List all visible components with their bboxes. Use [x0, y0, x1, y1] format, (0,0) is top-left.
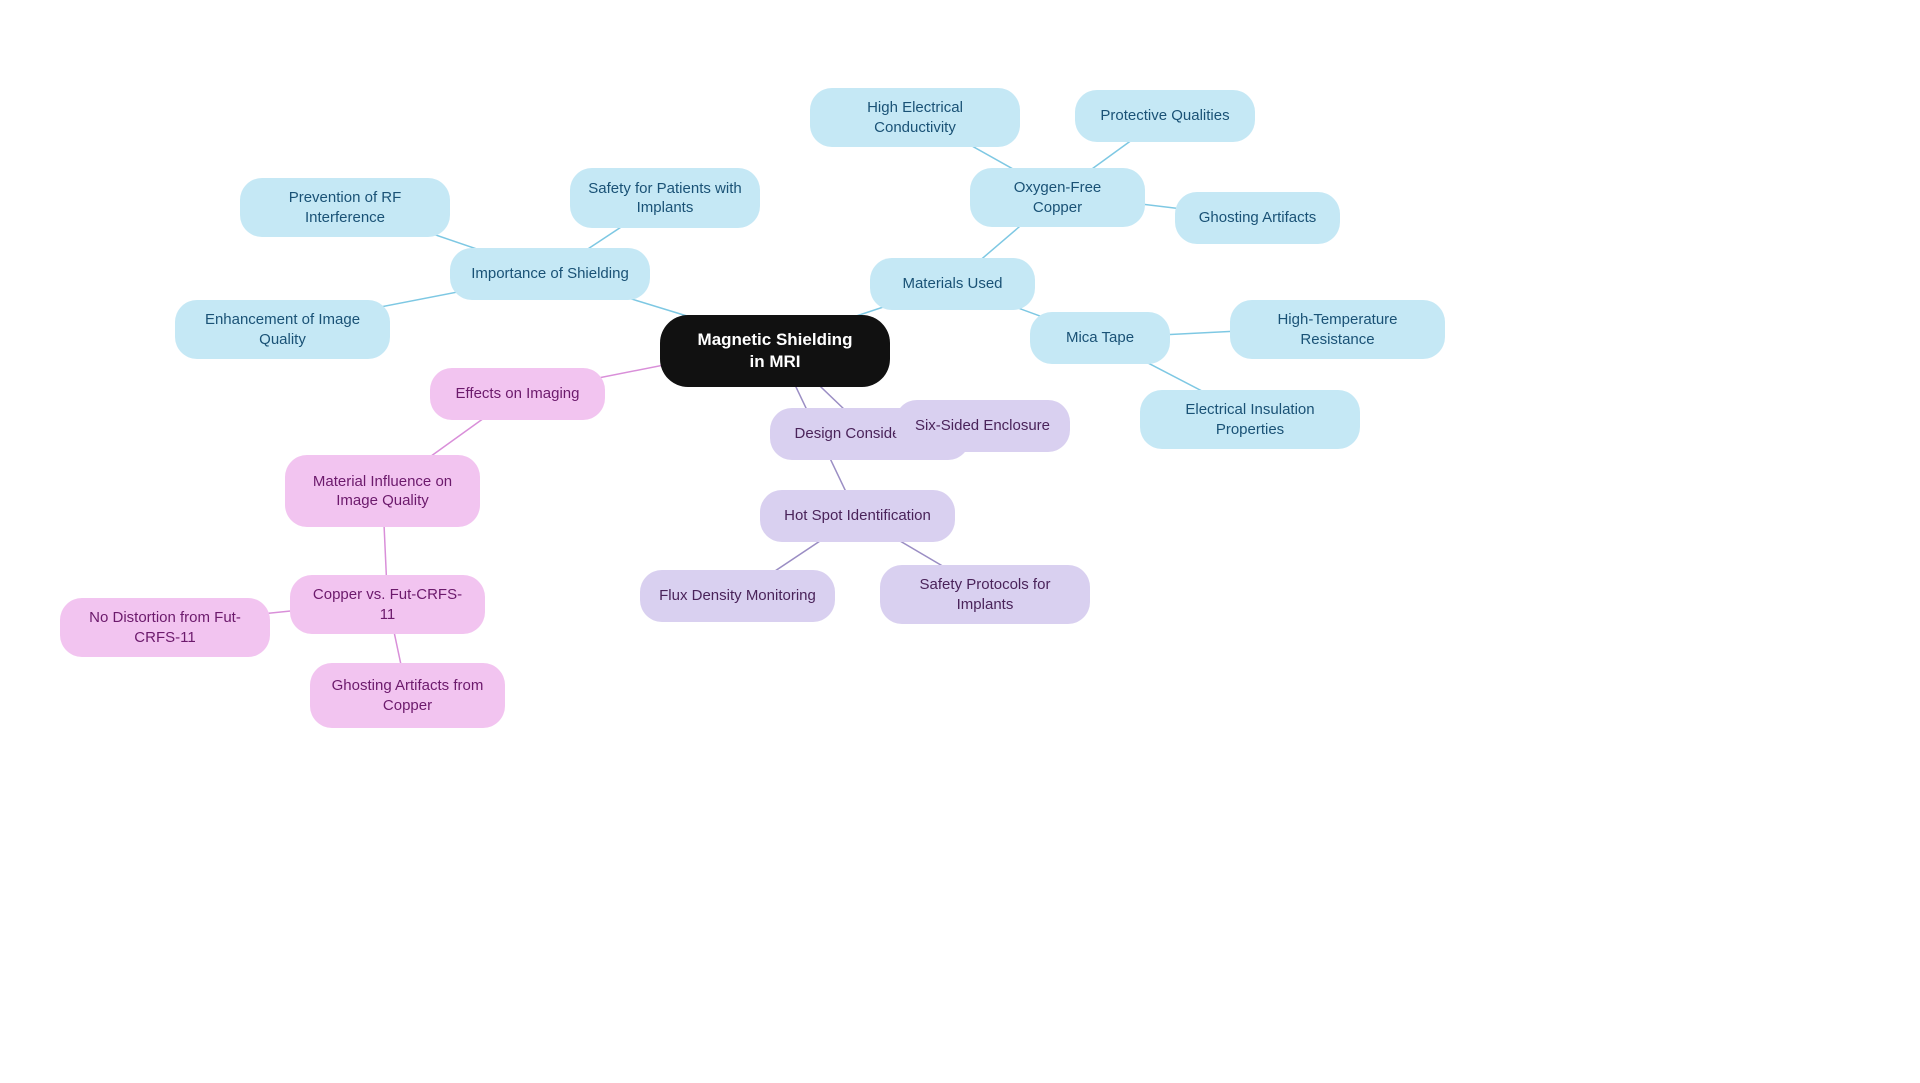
node-high_elec_conductivity[interactable]: High Electrical Conductivity — [810, 88, 1020, 147]
node-prevention_rf[interactable]: Prevention of RF Interference — [240, 178, 450, 237]
node-center[interactable]: Magnetic Shielding in MRI — [660, 315, 890, 387]
node-effects_on_imaging[interactable]: Effects on Imaging — [430, 368, 605, 420]
node-flux_density[interactable]: Flux Density Monitoring — [640, 570, 835, 622]
mindmap-canvas: Magnetic Shielding in MRIImportance of S… — [0, 0, 1920, 1083]
node-safety_patients[interactable]: Safety for Patients with Implants — [570, 168, 760, 228]
node-material_influence[interactable]: Material Influence on Image Quality — [285, 455, 480, 527]
node-elec_insulation[interactable]: Electrical Insulation Properties — [1140, 390, 1360, 449]
node-oxygen_free_copper[interactable]: Oxygen-Free Copper — [970, 168, 1145, 227]
node-materials_used[interactable]: Materials Used — [870, 258, 1035, 310]
node-mica_tape[interactable]: Mica Tape — [1030, 312, 1170, 364]
node-six_sided_enclosure[interactable]: Six-Sided Enclosure — [895, 400, 1070, 452]
node-ghosting_copper[interactable]: Ghosting Artifacts from Copper — [310, 663, 505, 728]
node-hot_spot[interactable]: Hot Spot Identification — [760, 490, 955, 542]
node-enhancement_image[interactable]: Enhancement of Image Quality — [175, 300, 390, 359]
node-ghosting_artifacts_mat[interactable]: Ghosting Artifacts — [1175, 192, 1340, 244]
node-high_temp_resistance[interactable]: High-Temperature Resistance — [1230, 300, 1445, 359]
node-no_distortion[interactable]: No Distortion from Fut-CRFS-11 — [60, 598, 270, 657]
node-importance_of_shielding[interactable]: Importance of Shielding — [450, 248, 650, 300]
node-safety_protocols[interactable]: Safety Protocols for Implants — [880, 565, 1090, 624]
connections-svg — [0, 0, 1920, 1083]
node-copper_vs_fut[interactable]: Copper vs. Fut-CRFS-11 — [290, 575, 485, 634]
node-protective_qualities[interactable]: Protective Qualities — [1075, 90, 1255, 142]
